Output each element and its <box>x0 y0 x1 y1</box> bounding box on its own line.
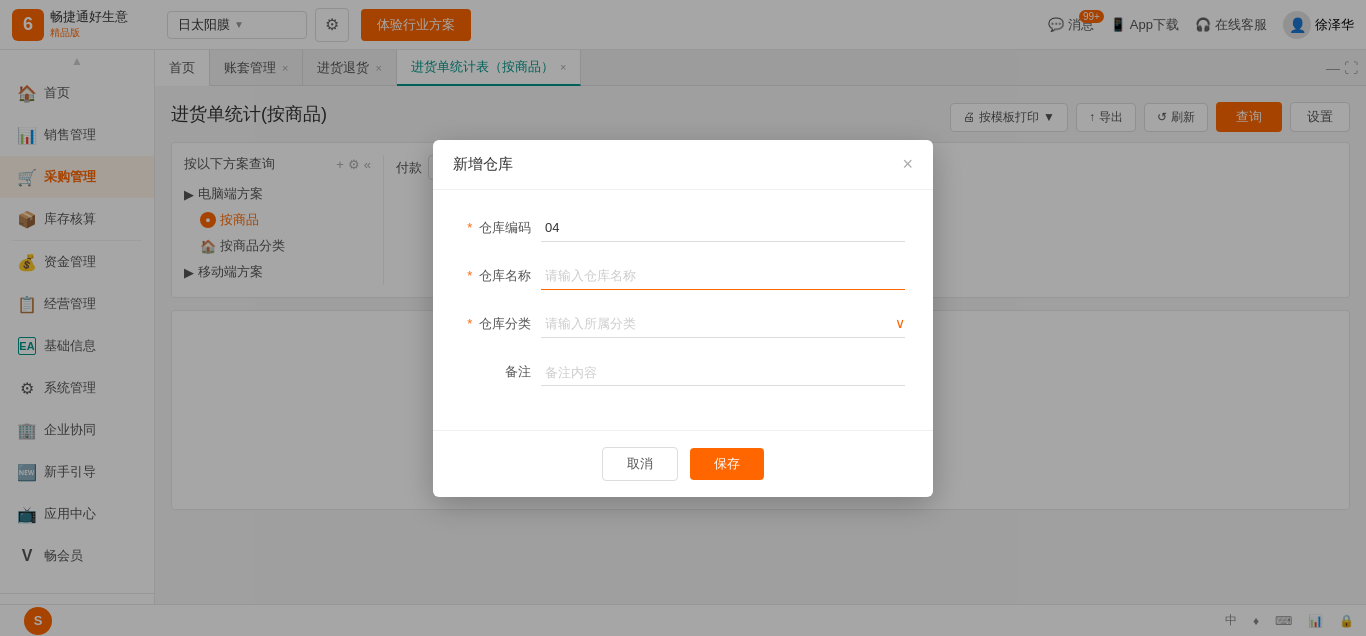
add-warehouse-modal: 新增仓库 × 仓库编码 04 仓库名称 仓库分类 <box>433 140 933 497</box>
modal-title: 新增仓库 <box>453 155 513 174</box>
note-label: 备注 <box>461 363 541 381</box>
category-select-wrapper: ∨ <box>541 310 905 338</box>
modal-footer: 取消 保存 <box>433 430 933 497</box>
category-label: 仓库分类 <box>461 315 541 333</box>
cancel-button[interactable]: 取消 <box>602 447 678 481</box>
note-input[interactable] <box>541 358 905 386</box>
category-input[interactable] <box>541 310 895 337</box>
code-value: 04 <box>541 214 905 242</box>
name-label: 仓库名称 <box>461 267 541 285</box>
code-label: 仓库编码 <box>461 219 541 237</box>
form-row-note: 备注 <box>461 358 905 386</box>
save-button[interactable]: 保存 <box>690 448 764 480</box>
modal-body: 仓库编码 04 仓库名称 仓库分类 ∨ <box>433 190 933 430</box>
form-row-name: 仓库名称 <box>461 262 905 290</box>
warehouse-name-input[interactable] <box>541 262 905 290</box>
category-dropdown-icon[interactable]: ∨ <box>895 315 905 331</box>
form-row-code: 仓库编码 04 <box>461 214 905 242</box>
modal-close-button[interactable]: × <box>902 154 913 175</box>
form-row-category: 仓库分类 ∨ <box>461 310 905 338</box>
modal-overlay: 新增仓库 × 仓库编码 04 仓库名称 仓库分类 <box>0 0 1366 636</box>
modal-header: 新增仓库 × <box>433 140 933 190</box>
